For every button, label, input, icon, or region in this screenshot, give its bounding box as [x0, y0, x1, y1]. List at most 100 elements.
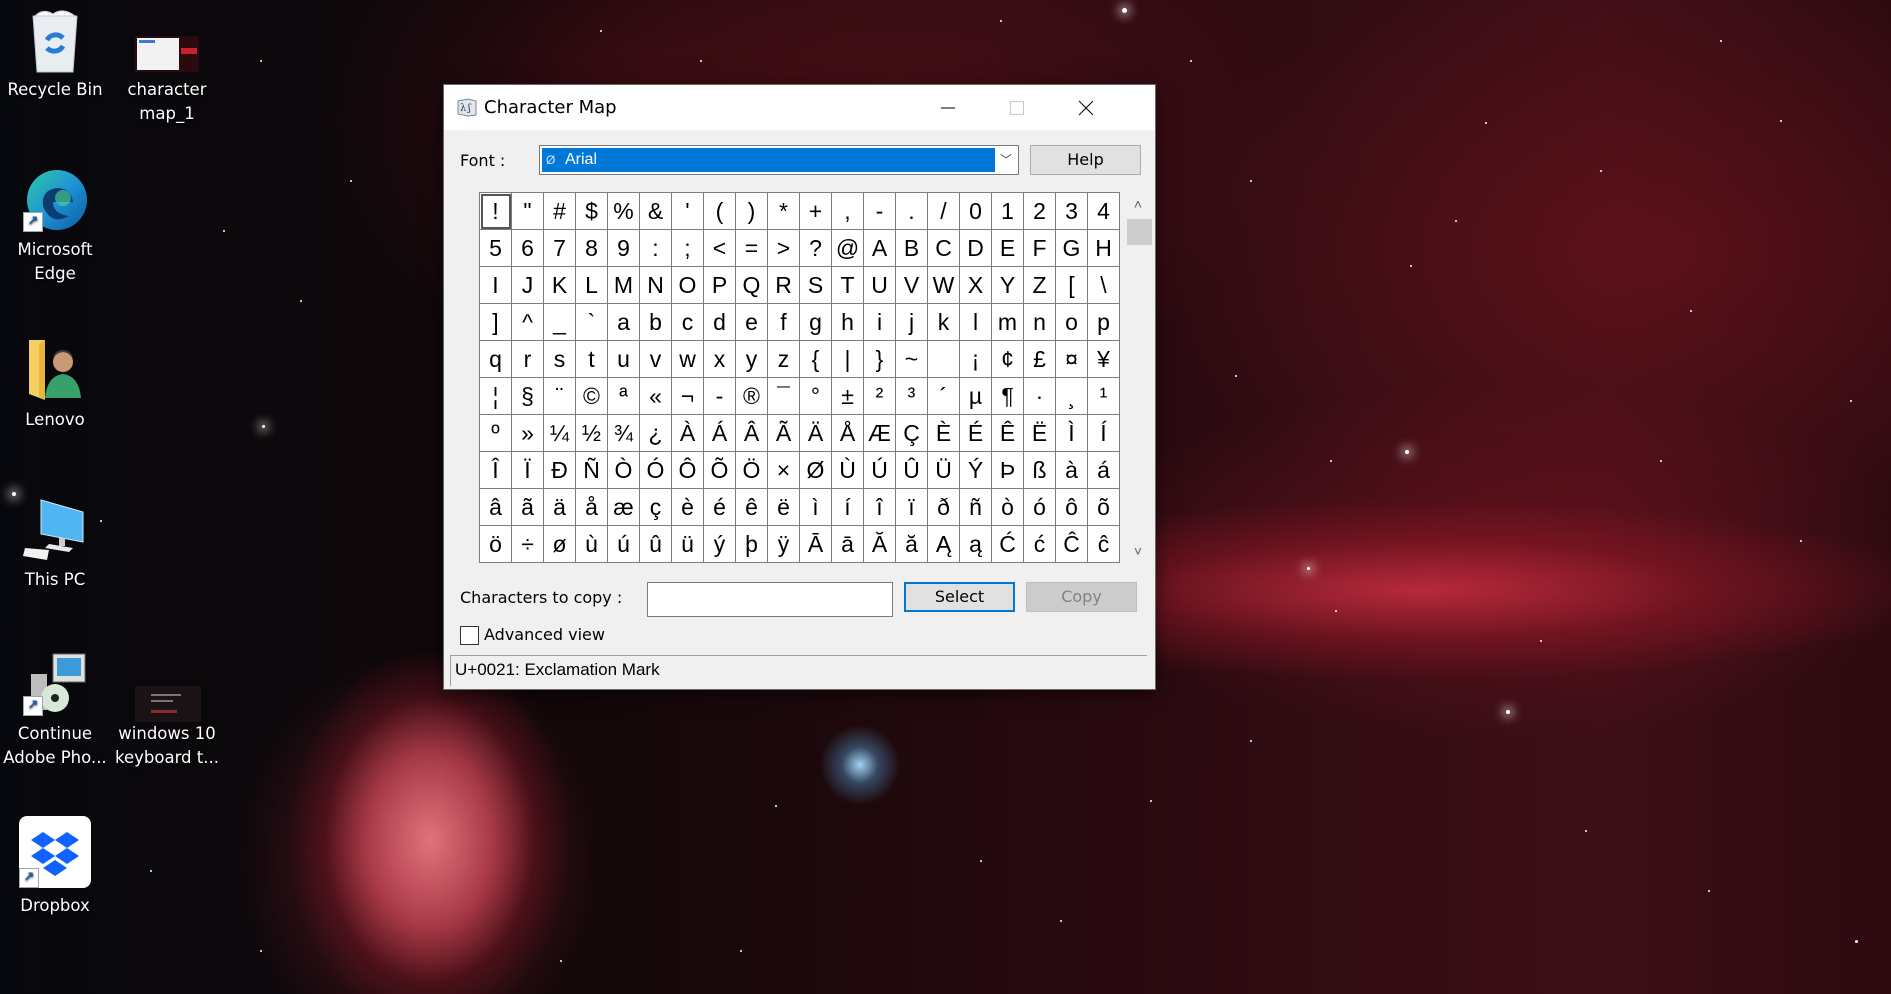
character-cell[interactable]: ¥: [1088, 341, 1120, 378]
character-cell[interactable]: s: [544, 341, 576, 378]
character-cell[interactable]: ú: [608, 526, 640, 563]
character-cell[interactable]: Ï: [512, 452, 544, 489]
character-cell[interactable]: ¹: [1088, 378, 1120, 415]
title-bar[interactable]: λ ʃ Character Map: [444, 85, 1155, 130]
character-cell[interactable]: ó: [1024, 489, 1056, 526]
character-cell[interactable]: Ð: [544, 452, 576, 489]
character-cell[interactable]: ·: [1024, 378, 1056, 415]
character-cell[interactable]: e: [736, 304, 768, 341]
character-cell[interactable]: ç: [640, 489, 672, 526]
character-cell[interactable]: q: [480, 341, 512, 378]
character-cell[interactable]: o: [1056, 304, 1088, 341]
character-cell[interactable]: 0: [960, 193, 992, 230]
character-cell[interactable]: É: [960, 415, 992, 452]
character-cell[interactable]: ¿: [640, 415, 672, 452]
character-cell[interactable]: ×: [768, 452, 800, 489]
character-cell[interactable]: ¼: [544, 415, 576, 452]
character-cell[interactable]: <: [704, 230, 736, 267]
character-cell[interactable]: ã: [512, 489, 544, 526]
character-cell[interactable]: î: [864, 489, 896, 526]
character-cell[interactable]: ÿ: [768, 526, 800, 563]
character-cell[interactable]: ¯: [768, 378, 800, 415]
character-cell[interactable]: Ì: [1056, 415, 1088, 452]
character-cell[interactable]: d: [704, 304, 736, 341]
chevron-down-icon[interactable]: ﹀: [1000, 151, 1012, 168]
character-cell[interactable]: 8: [576, 230, 608, 267]
character-cell[interactable]: Í: [1088, 415, 1120, 452]
copy-button[interactable]: Copy: [1026, 582, 1137, 612]
character-cell[interactable]: í: [832, 489, 864, 526]
character-cell[interactable]: À: [672, 415, 704, 452]
character-cell[interactable]: =: [736, 230, 768, 267]
character-cell[interactable]: ê: [736, 489, 768, 526]
character-cell[interactable]: õ: [1088, 489, 1120, 526]
character-cell[interactable]: ā: [832, 526, 864, 563]
character-cell[interactable]: _: [544, 304, 576, 341]
desktop-icon-dropbox[interactable]: ↗ Dropbox: [0, 816, 110, 918]
character-cell[interactable]: ô: [1056, 489, 1088, 526]
character-cell[interactable]: -: [704, 378, 736, 415]
character-cell[interactable]: ³: [896, 378, 928, 415]
character-cell[interactable]: T: [832, 267, 864, 304]
desktop-icon-character-map-1[interactable]: character map_1: [112, 8, 222, 126]
character-cell[interactable]: á: [1088, 452, 1120, 489]
character-cell[interactable]: ë: [768, 489, 800, 526]
character-cell[interactable]: 1: [992, 193, 1024, 230]
character-cell[interactable]: Ý: [960, 452, 992, 489]
scroll-thumb[interactable]: [1127, 219, 1152, 245]
desktop-icon-lenovo[interactable]: Lenovo: [0, 338, 110, 432]
character-cell[interactable]: $: [576, 193, 608, 230]
character-cell[interactable]: ß: [1024, 452, 1056, 489]
character-cell[interactable]: ¢: [992, 341, 1024, 378]
character-cell[interactable]: r: [512, 341, 544, 378]
character-cell[interactable]: þ: [736, 526, 768, 563]
character-cell[interactable]: k: [928, 304, 960, 341]
character-cell[interactable]: >: [768, 230, 800, 267]
desktop-icon-recycle-bin[interactable]: Recycle Bin: [0, 8, 110, 102]
characters-to-copy-input[interactable]: [647, 582, 893, 617]
character-cell[interactable]: Ć: [992, 526, 1024, 563]
character-cell[interactable]: O: [672, 267, 704, 304]
character-cell[interactable]: ±: [832, 378, 864, 415]
character-cell[interactable]: l: [960, 304, 992, 341]
character-cell[interactable]: i: [864, 304, 896, 341]
character-cell[interactable]: ¨: [544, 378, 576, 415]
character-cell[interactable]: C: [928, 230, 960, 267]
character-cell[interactable]: Ā: [800, 526, 832, 563]
character-cell[interactable]: -: [864, 193, 896, 230]
character-cell[interactable]: K: [544, 267, 576, 304]
character-cell[interactable]: P: [704, 267, 736, 304]
character-cell[interactable]: 4: [1088, 193, 1120, 230]
character-cell[interactable]: å: [576, 489, 608, 526]
character-cell[interactable]: º: [480, 415, 512, 452]
character-cell[interactable]: S: [800, 267, 832, 304]
character-cell[interactable]: ~: [896, 341, 928, 378]
character-cell[interactable]: Ê: [992, 415, 1024, 452]
character-cell[interactable]: J: [512, 267, 544, 304]
character-cell[interactable]: ą: [960, 526, 992, 563]
character-cell[interactable]: A: [864, 230, 896, 267]
character-cell[interactable]: \: [1088, 267, 1120, 304]
character-cell[interactable]: X: [960, 267, 992, 304]
character-cell[interactable]: â: [480, 489, 512, 526]
character-cell[interactable]: `: [576, 304, 608, 341]
character-cell[interactable]: Æ: [864, 415, 896, 452]
character-cell[interactable]: @: [832, 230, 864, 267]
character-cell[interactable]: !: [480, 193, 512, 230]
character-cell[interactable]: (: [704, 193, 736, 230]
character-cell[interactable]: ü: [672, 526, 704, 563]
character-cell[interactable]: ö: [480, 526, 512, 563]
character-cell[interactable]: Ú: [864, 452, 896, 489]
character-cell[interactable]: #: [544, 193, 576, 230]
minimize-button[interactable]: [914, 85, 982, 130]
character-cell[interactable]: m: [992, 304, 1024, 341]
character-cell[interactable]: :: [640, 230, 672, 267]
character-cell[interactable]: ò: [992, 489, 1024, 526]
character-cell[interactable]: à: [1056, 452, 1088, 489]
character-cell[interactable]: N: [640, 267, 672, 304]
maximize-button[interactable]: [983, 85, 1051, 130]
character-cell[interactable]: ]: [480, 304, 512, 341]
character-cell[interactable]: ñ: [960, 489, 992, 526]
character-cell[interactable]: ): [736, 193, 768, 230]
character-cell[interactable]: u: [608, 341, 640, 378]
